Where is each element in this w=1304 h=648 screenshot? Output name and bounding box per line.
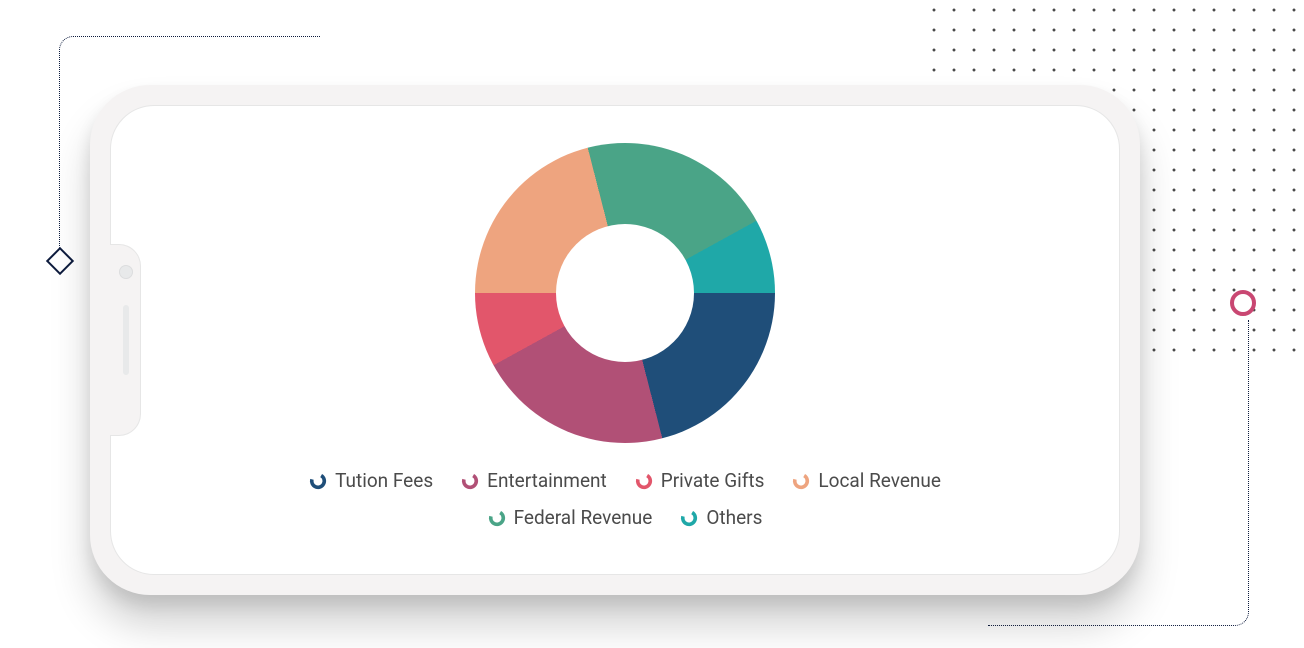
chart-legend: Tution Fees Entertainment Private Gifts …: [305, 469, 945, 529]
legend-label: Local Revenue: [818, 469, 941, 492]
doughnut-chart-hole: [556, 224, 694, 362]
legend-item-private-gifts[interactable]: Private Gifts: [635, 469, 765, 492]
speaker-slot: [123, 305, 129, 375]
ring-icon: [1230, 290, 1256, 316]
legend-item-federal-revenue[interactable]: Federal Revenue: [488, 506, 653, 529]
doughnut-icon: [635, 472, 653, 490]
phone-mockup: Tution Fees Entertainment Private Gifts …: [90, 85, 1140, 595]
legend-label: Entertainment: [487, 469, 607, 492]
legend-item-tution-fees[interactable]: Tution Fees: [309, 469, 433, 492]
legend-label: Tution Fees: [335, 469, 433, 492]
legend-item-others[interactable]: Others: [680, 506, 762, 529]
doughnut-icon: [792, 472, 810, 490]
legend-label: Private Gifts: [661, 469, 765, 492]
phone-screen: Tution Fees Entertainment Private Gifts …: [150, 125, 1100, 555]
doughnut-icon: [461, 472, 479, 490]
legend-label: Others: [706, 506, 762, 529]
camera-icon: [119, 265, 133, 279]
phone-notch: [110, 244, 141, 436]
doughnut-icon: [488, 509, 506, 527]
legend-item-entertainment[interactable]: Entertainment: [461, 469, 607, 492]
doughnut-icon: [680, 509, 698, 527]
doughnut-chart: [475, 143, 775, 443]
legend-label: Federal Revenue: [514, 506, 653, 529]
legend-item-local-revenue[interactable]: Local Revenue: [792, 469, 941, 492]
doughnut-icon: [309, 472, 327, 490]
diamond-icon: [46, 247, 74, 275]
